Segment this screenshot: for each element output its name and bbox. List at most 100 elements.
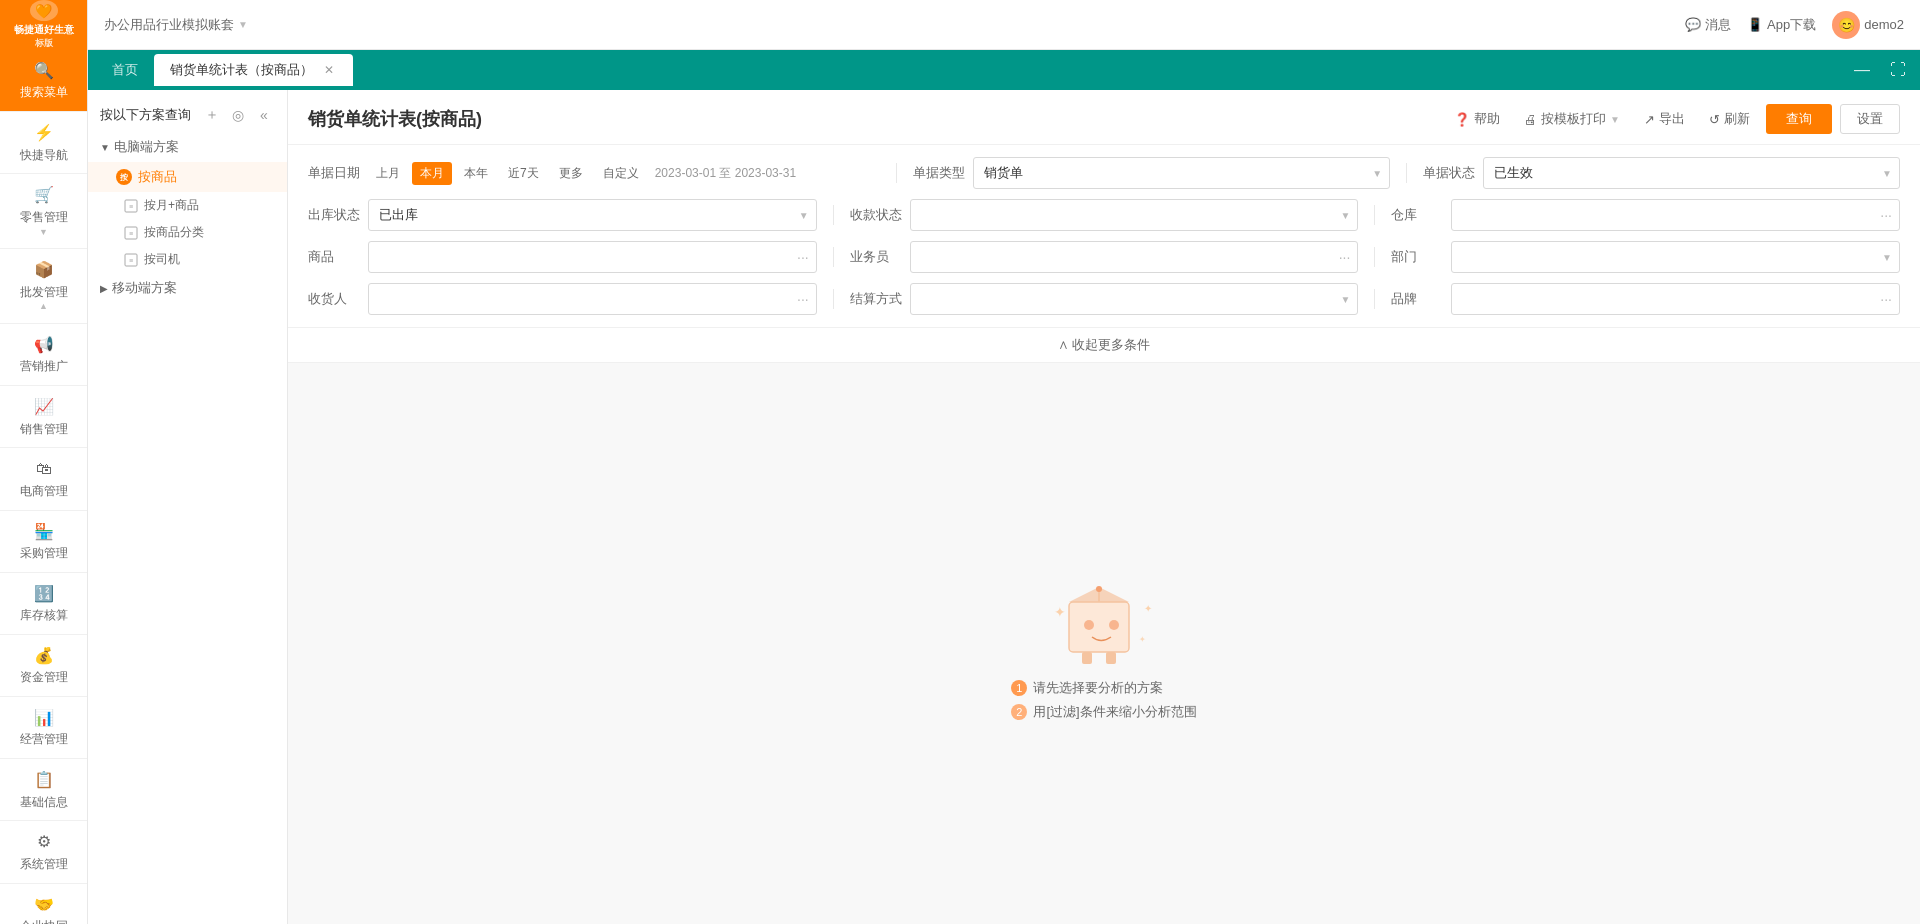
settings-btn[interactable]: 设置 <box>1840 104 1900 134</box>
scheme-group-pc-header[interactable]: ▼ 电脑端方案 <box>88 132 287 162</box>
dept-control: ▼ <box>1451 241 1900 273</box>
payment-input[interactable] <box>910 283 1359 315</box>
topbar: 办公用品行业模拟账套 ▼ 💬 消息 📱 App下载 😊 demo2 <box>88 0 1920 50</box>
query-btn[interactable]: 查询 <box>1766 104 1832 134</box>
panel-collapse-btn[interactable]: « <box>253 104 275 126</box>
sidebar-item-quick-nav[interactable]: ⚡ 快捷导航 <box>0 112 87 174</box>
group-pc-label: 电脑端方案 <box>114 138 179 156</box>
filter-row-1: 单据日期 上月 本月 本年 近7天 更多 自定义 2023-03-01 至 20… <box>308 157 1900 189</box>
filter-area: 单据日期 上月 本月 本年 近7天 更多 自定义 2023-03-01 至 20… <box>288 145 1920 328</box>
sidebar-item-retail[interactable]: 🛒 零售管理 ▼ <box>0 174 87 249</box>
sidebar-item-marketing[interactable]: 📢 营销推广 <box>0 324 87 386</box>
scheme-icon-by-goods: 按 <box>116 169 132 185</box>
receipt-status-label: 收款状态 <box>850 206 910 224</box>
scheme-item-by-month-goods[interactable]: ≡ 按月+商品 <box>88 192 287 219</box>
topbar-left: 办公用品行业模拟账套 ▼ <box>104 16 248 34</box>
tab-close-icon[interactable]: ✕ <box>321 62 337 78</box>
receipt-status-input[interactable] <box>910 199 1359 231</box>
tab-minimize-btn[interactable]: — <box>1848 56 1876 84</box>
scheme-item-by-goods[interactable]: 按 按商品 <box>88 162 287 192</box>
industry-dropdown[interactable]: 办公用品行业模拟账套 ▼ <box>104 16 248 34</box>
message-btn[interactable]: 💬 消息 <box>1685 16 1731 34</box>
refresh-label: 刷新 <box>1724 110 1750 128</box>
date-range: 2023-03-01 至 2023-03-31 <box>655 165 796 182</box>
salesperson-input[interactable] <box>910 241 1359 273</box>
sidebar-item-inventory[interactable]: 🔢 库存核算 <box>0 573 87 635</box>
payment-label: 结算方式 <box>850 290 910 308</box>
sales-icon: 📈 <box>34 396 54 418</box>
scheme-group-mobile: ▶ 移动端方案 <box>88 273 287 303</box>
sidebar-item-sales[interactable]: 📈 销售管理 <box>0 386 87 448</box>
warehouse-input[interactable] <box>1451 199 1900 231</box>
date-tab-7days[interactable]: 近7天 <box>500 162 547 185</box>
recipient-input[interactable] <box>368 283 817 315</box>
sub-icon-category: ≡ <box>124 226 138 240</box>
brand-input[interactable] <box>1451 283 1900 315</box>
scheme-label-by-register: 按司机 <box>144 251 180 268</box>
date-tab-this-month[interactable]: 本月 <box>412 162 452 185</box>
svg-rect-6 <box>1069 602 1129 652</box>
app-download-btn[interactable]: 📱 App下载 <box>1747 16 1816 34</box>
divider-8 <box>1374 289 1375 309</box>
date-tab-custom[interactable]: 自定义 <box>595 162 647 185</box>
message-label: 消息 <box>1705 16 1731 34</box>
user-menu-btn[interactable]: 😊 demo2 <box>1832 11 1904 39</box>
date-tab-more[interactable]: 更多 <box>551 162 591 185</box>
scheme-group-mobile-header[interactable]: ▶ 移动端方案 <box>88 273 287 303</box>
filter-field-receipt-status: 收款状态 ▼ <box>850 199 1359 231</box>
doc-status-input[interactable] <box>1483 157 1900 189</box>
sidebar-label-finance: 资金管理 <box>20 669 68 686</box>
export-btn[interactable]: ↗ 导出 <box>1636 106 1693 132</box>
group-mobile-label: 移动端方案 <box>112 279 177 297</box>
collapse-icon: « <box>260 107 268 123</box>
template-print-btn[interactable]: 🖨 按模板打印 ▼ <box>1516 106 1628 132</box>
sidebar-item-base[interactable]: 📋 基础信息 <box>0 759 87 821</box>
tab-maximize-btn[interactable]: ⛶ <box>1884 56 1912 84</box>
date-tabs: 上月 本月 本年 近7天 更多 自定义 2023-03-01 至 2023-03… <box>368 162 796 185</box>
download-icon: 📱 <box>1747 17 1763 32</box>
date-tab-last-month[interactable]: 上月 <box>368 162 408 185</box>
collapse-more-btn[interactable]: ∧ 收起更多条件 <box>288 328 1920 363</box>
panel-add-btn[interactable]: ＋ <box>201 104 223 126</box>
sidebar: 🧡 畅捷通好生意 标版 🔍 搜索菜单 ⚡ 快捷导航 🛒 零售管理 ▼ 📦 批发管… <box>0 0 88 924</box>
divider-3 <box>833 205 834 225</box>
settings-icon: ◎ <box>232 107 244 123</box>
filter-field-warehouse: 仓库 ··· <box>1391 199 1900 231</box>
filter-field-date: 单据日期 上月 本月 本年 近7天 更多 自定义 2023-03-01 至 20… <box>308 162 880 185</box>
sidebar-item-purchase[interactable]: 🏪 采购管理 <box>0 511 87 573</box>
marketing-icon: 📢 <box>34 334 54 356</box>
tab-home[interactable]: 首页 <box>96 54 154 86</box>
goods-input[interactable] <box>368 241 817 273</box>
sidebar-item-enterprise[interactable]: 🤝 企业协同 <box>0 884 87 924</box>
mobile-group-expand-icon: ▶ <box>100 283 108 294</box>
empty-text: 1 请先选择要分析的方案 2 用[过滤]条件来缩小分析范围 <box>1011 679 1196 721</box>
scheme-item-by-register[interactable]: ≡ 按司机 <box>88 246 287 273</box>
filter-field-doc-type: 单据类型 ▼ <box>913 157 1390 189</box>
logo-subtitle: 标版 <box>35 37 53 50</box>
dept-input[interactable] <box>1451 241 1900 273</box>
help-btn[interactable]: ❓ 帮助 <box>1446 106 1508 132</box>
out-status-input[interactable] <box>368 199 817 231</box>
scheme-item-by-goods-category[interactable]: ≡ 按商品分类 <box>88 219 287 246</box>
sidebar-item-ecommerce[interactable]: 🛍 电商管理 <box>0 448 87 510</box>
collapse-label: ∧ 收起更多条件 <box>1058 337 1151 352</box>
tab-sales-stat[interactable]: 销货单统计表（按商品） ✕ <box>154 54 353 86</box>
empty-state: ✦ ✦ ✦ 1 请先选择要分析的方案 2 用[过滤]条件来缩小分析范围 <box>1011 567 1196 721</box>
retail-arrow: ▼ <box>39 226 48 239</box>
refresh-btn[interactable]: ↺ 刷新 <box>1701 106 1758 132</box>
sidebar-item-wholesale[interactable]: 📦 批发管理 ▲ <box>0 249 87 324</box>
filter-field-payment: 结算方式 ▼ <box>850 283 1359 315</box>
content-area: ✦ ✦ ✦ 1 请先选择要分析的方案 2 用[过滤]条件来缩小分析范围 <box>288 363 1920 924</box>
date-tab-this-year[interactable]: 本年 <box>456 162 496 185</box>
sidebar-item-system[interactable]: ⚙ 系统管理 <box>0 821 87 883</box>
doc-type-input[interactable] <box>973 157 1390 189</box>
sidebar-item-search[interactable]: 🔍 搜索菜单 <box>0 50 87 112</box>
goods-label: 商品 <box>308 248 368 266</box>
filter-field-doc-status: 单据状态 ▼ <box>1423 157 1900 189</box>
date-filter: 上月 本月 本年 近7天 更多 自定义 2023-03-01 至 2023-03… <box>368 162 880 185</box>
panel-settings-btn[interactable]: ◎ <box>227 104 249 126</box>
export-icon: ↗ <box>1644 112 1655 127</box>
logo-text: 畅捷通好生意 <box>14 23 74 37</box>
sidebar-item-ops[interactable]: 📊 经营管理 <box>0 697 87 759</box>
sidebar-item-finance[interactable]: 💰 资金管理 <box>0 635 87 697</box>
